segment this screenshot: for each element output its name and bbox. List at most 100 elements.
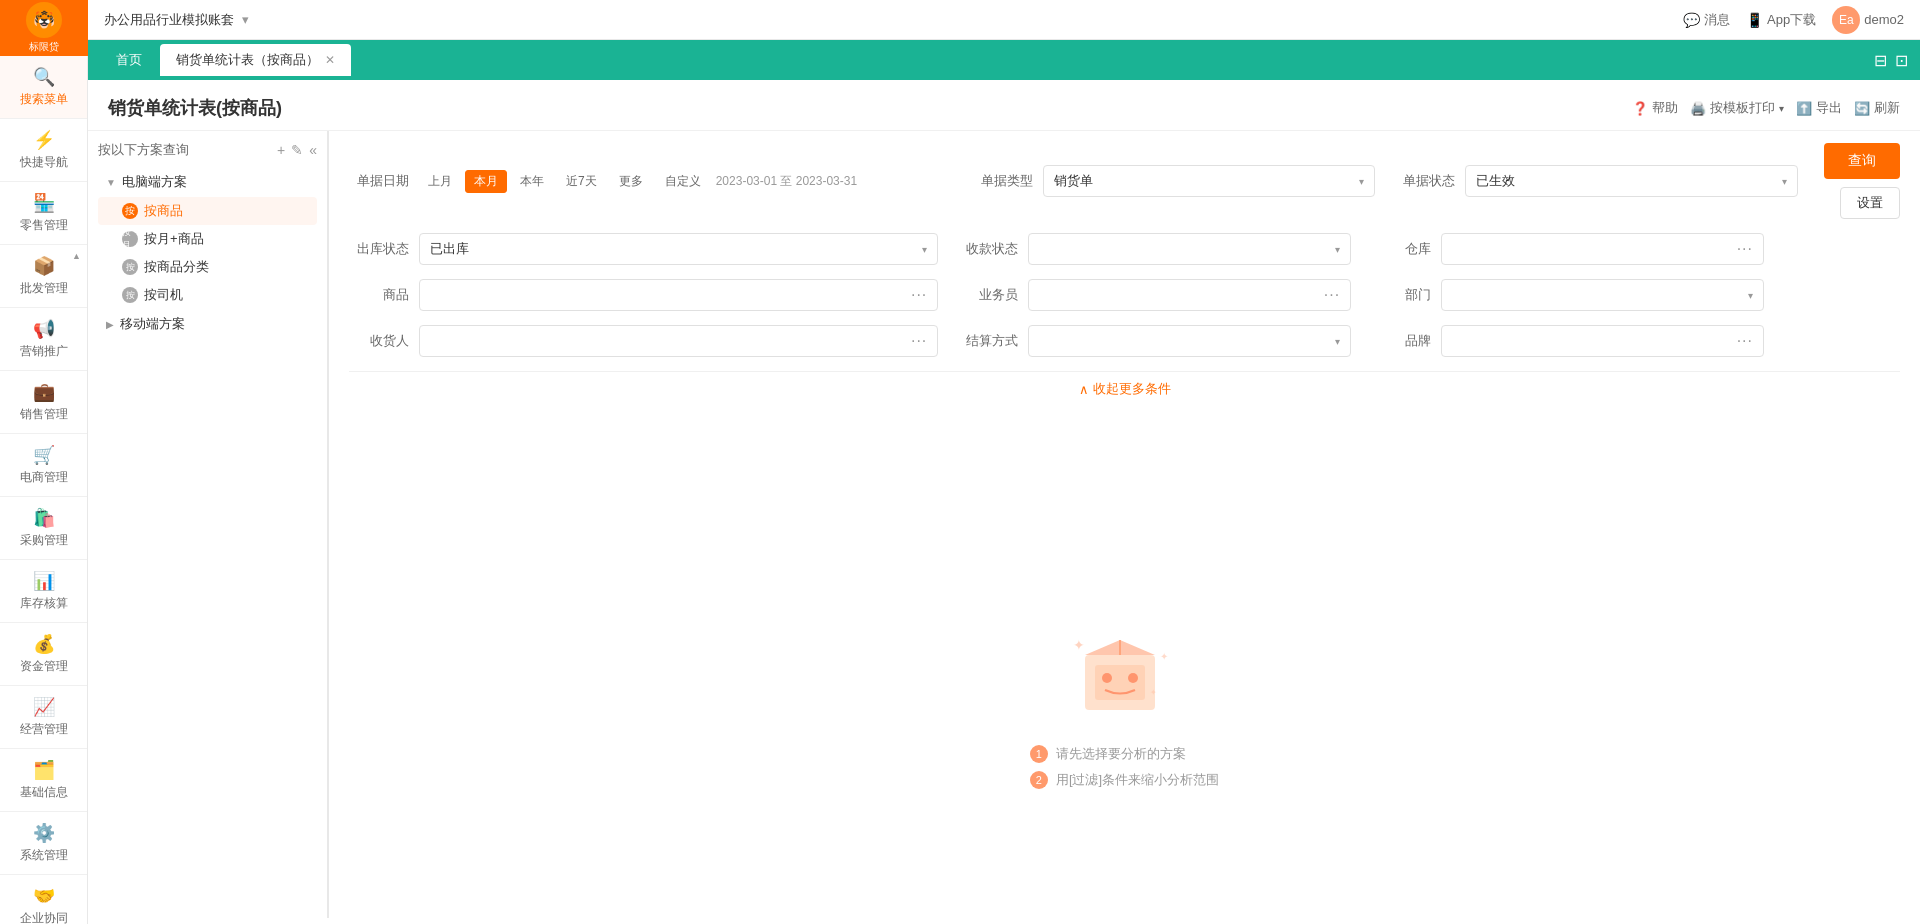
export-icon: ⬆️ <box>1796 101 1812 116</box>
sidebar-item-label: 批发管理 <box>20 280 68 297</box>
tab-sales-stat[interactable]: 销货单统计表（按商品） ✕ <box>160 44 351 76</box>
sidebar-item-sales[interactable]: 💼 销售管理 <box>0 371 87 434</box>
svg-text:✦: ✦ <box>1150 688 1157 697</box>
avatar: Ea <box>1832 6 1860 34</box>
scheme-item-label: 按商品分类 <box>144 258 209 276</box>
product-input[interactable]: ··· <box>419 279 938 311</box>
system-icon: ⚙️ <box>33 822 55 844</box>
product-dots-icon[interactable]: ··· <box>911 286 927 304</box>
filter-row-4: 收货人 ··· 结算方式 ▾ <box>349 325 1900 357</box>
settle-method-input[interactable]: ▾ <box>1028 325 1351 357</box>
sidebar-item-enterprise[interactable]: 🤝 企业协同 <box>0 875 87 924</box>
tab-close-icon[interactable]: ✕ <box>325 53 335 67</box>
sidebar-item-ecom[interactable]: 🛒 电商管理 <box>0 434 87 497</box>
scheme-item-icon: 按 <box>122 287 138 303</box>
sidebar-item-quick-nav[interactable]: ⚡ 快捷导航 <box>0 119 87 182</box>
filter-date-group: 上月 本月 本年 近7天 更多 自定义 2023-03-01 至 2023-03… <box>419 170 953 193</box>
refresh-button[interactable]: 🔄 刷新 <box>1854 99 1900 117</box>
app-download-label: App下载 <box>1767 11 1816 29</box>
sidebar-item-label: 销售管理 <box>20 406 68 423</box>
tab-maximize-icon[interactable]: ⊡ <box>1895 51 1908 70</box>
sidebar-item-purchase[interactable]: 🛍️ 采购管理 <box>0 497 87 560</box>
scheme-add-icon[interactable]: + <box>277 142 285 158</box>
page-container: 销货单统计表(按商品) ❓ 帮助 🖨️ 按模板打印 ▾ ⬆️ 导出 <box>88 80 1920 924</box>
sidebar-item-inventory[interactable]: 📊 库存核算 <box>0 560 87 623</box>
date-btn-7days[interactable]: 近7天 <box>557 170 606 193</box>
sidebar-item-finance[interactable]: 💰 资金管理 <box>0 623 87 686</box>
date-btn-this-year[interactable]: 本年 <box>511 170 553 193</box>
help-button[interactable]: ❓ 帮助 <box>1632 99 1678 117</box>
sidebar-item-marketing[interactable]: 📢 营销推广 <box>0 308 87 371</box>
brand-dots-icon[interactable]: ··· <box>1737 332 1753 350</box>
sidebar-item-wholesale[interactable]: 📦 批发管理 ▲ <box>0 245 87 308</box>
logo[interactable]: 🐯 标限贷 <box>0 0 88 56</box>
header-dropdown-icon[interactable]: ▾ <box>242 12 249 27</box>
empty-tip-2-num: 2 <box>1030 771 1048 789</box>
scheme-item-by-driver[interactable]: 按 按司机 <box>98 281 317 309</box>
scheme-group-mobile: ▶ 移动端方案 <box>98 309 317 339</box>
scheme-item-by-month-product[interactable]: 按月 按月+商品 <box>98 225 317 253</box>
sidebar-item-label: 快捷导航 <box>20 154 68 171</box>
svg-text:✦: ✦ <box>1160 651 1168 662</box>
doc-type-input[interactable]: 销货单 ▾ <box>1043 165 1376 197</box>
out-status-input[interactable]: 已出库 ▾ <box>419 233 938 265</box>
receive-status-input[interactable]: ▾ <box>1028 233 1351 265</box>
sidebar-item-system[interactable]: ⚙️ 系统管理 <box>0 812 87 875</box>
scheme-edit-icon[interactable]: ✎ <box>291 142 303 158</box>
scheme-group-mobile-header[interactable]: ▶ 移动端方案 <box>98 309 317 339</box>
filter-receive-status: 收款状态 ▾ <box>958 233 1351 265</box>
date-btn-custom[interactable]: 自定义 <box>656 170 710 193</box>
scheme-item-by-category[interactable]: 按 按商品分类 <box>98 253 317 281</box>
content-area: 销货单统计表(按商品) ❓ 帮助 🖨️ 按模板打印 ▾ ⬆️ 导出 <box>88 80 1920 924</box>
empty-tips: 1 请先选择要分析的方案 2 用[过滤]条件来缩小分析范围 <box>1030 745 1219 789</box>
sidebar-item-search[interactable]: 🔍 搜索菜单 <box>0 56 87 119</box>
app-download-button[interactable]: 📱 App下载 <box>1746 11 1816 29</box>
template-print-button[interactable]: 🖨️ 按模板打印 ▾ <box>1690 99 1784 117</box>
collapse-bar[interactable]: ∧ 收起更多条件 <box>349 371 1900 406</box>
scheme-item-icon-by-product: 按 <box>122 203 138 219</box>
query-button[interactable]: 查询 <box>1824 143 1900 179</box>
scheme-group-pc-header[interactable]: ▼ 电脑端方案 <box>98 167 317 197</box>
receiver-dots-icon[interactable]: ··· <box>911 332 927 350</box>
sidebar-item-retail[interactable]: 🏪 零售管理 <box>0 182 87 245</box>
user-profile[interactable]: Ea demo2 <box>1832 6 1904 34</box>
settings-button[interactable]: 设置 <box>1840 187 1900 219</box>
quick-nav-icon: ⚡ <box>33 129 55 151</box>
tab-sales-stat-label: 销货单统计表（按商品） <box>176 51 319 69</box>
export-button[interactable]: ⬆️ 导出 <box>1796 99 1842 117</box>
header-left: 办公用品行业模拟账套 ▾ <box>104 11 249 29</box>
warehouse-dots-icon[interactable]: ··· <box>1737 240 1753 258</box>
enterprise-icon: 🤝 <box>33 885 55 907</box>
date-btn-this-month[interactable]: 本月 <box>465 170 507 193</box>
scheme-group-arrow: ▼ <box>106 177 116 188</box>
scheme-panel: 按以下方案查询 + ✎ « ▼ 电脑端方案 <box>88 131 328 918</box>
salesperson-input[interactable]: ··· <box>1028 279 1351 311</box>
date-btn-more[interactable]: 更多 <box>610 170 652 193</box>
scheme-collapse-icon[interactable]: « <box>309 142 317 158</box>
date-btn-last-month[interactable]: 上月 <box>419 170 461 193</box>
sidebar-item-basics[interactable]: 🗂️ 基础信息 <box>0 749 87 812</box>
filter-receiver: 收货人 ··· <box>349 325 938 357</box>
collapse-up-icon: ∧ <box>1079 382 1089 397</box>
empty-tip-1-num: 1 <box>1030 745 1048 763</box>
warehouse-input[interactable]: ··· <box>1441 233 1764 265</box>
settle-method-arrow-icon: ▾ <box>1335 336 1340 347</box>
message-button[interactable]: 💬 消息 <box>1683 11 1730 29</box>
filter-panel: 单据日期 上月 本月 本年 近7天 更多 自定义 <box>329 131 1920 477</box>
sidebar-item-label: 资金管理 <box>20 658 68 675</box>
receiver-input[interactable]: ··· <box>419 325 938 357</box>
brand-input[interactable]: ··· <box>1441 325 1764 357</box>
salesperson-dots-icon[interactable]: ··· <box>1324 286 1340 304</box>
scheme-item-by-product[interactable]: 按 按商品 <box>98 197 317 225</box>
doc-status-input[interactable]: 已生效 ▾ <box>1465 165 1798 197</box>
avatar-text: Ea <box>1839 13 1854 27</box>
settle-method-label: 结算方式 <box>958 332 1028 350</box>
sidebar-item-operations[interactable]: 📈 经营管理 <box>0 686 87 749</box>
scheme-item-label: 按月+商品 <box>144 230 204 248</box>
dept-input[interactable]: ▾ <box>1441 279 1764 311</box>
tab-minimize-icon[interactable]: ⊟ <box>1874 51 1887 70</box>
product-label: 商品 <box>349 286 419 304</box>
sidebar-item-label: 系统管理 <box>20 847 68 864</box>
page-actions: ❓ 帮助 🖨️ 按模板打印 ▾ ⬆️ 导出 🔄 刷新 <box>1632 99 1900 117</box>
tab-home[interactable]: 首页 <box>100 44 158 76</box>
